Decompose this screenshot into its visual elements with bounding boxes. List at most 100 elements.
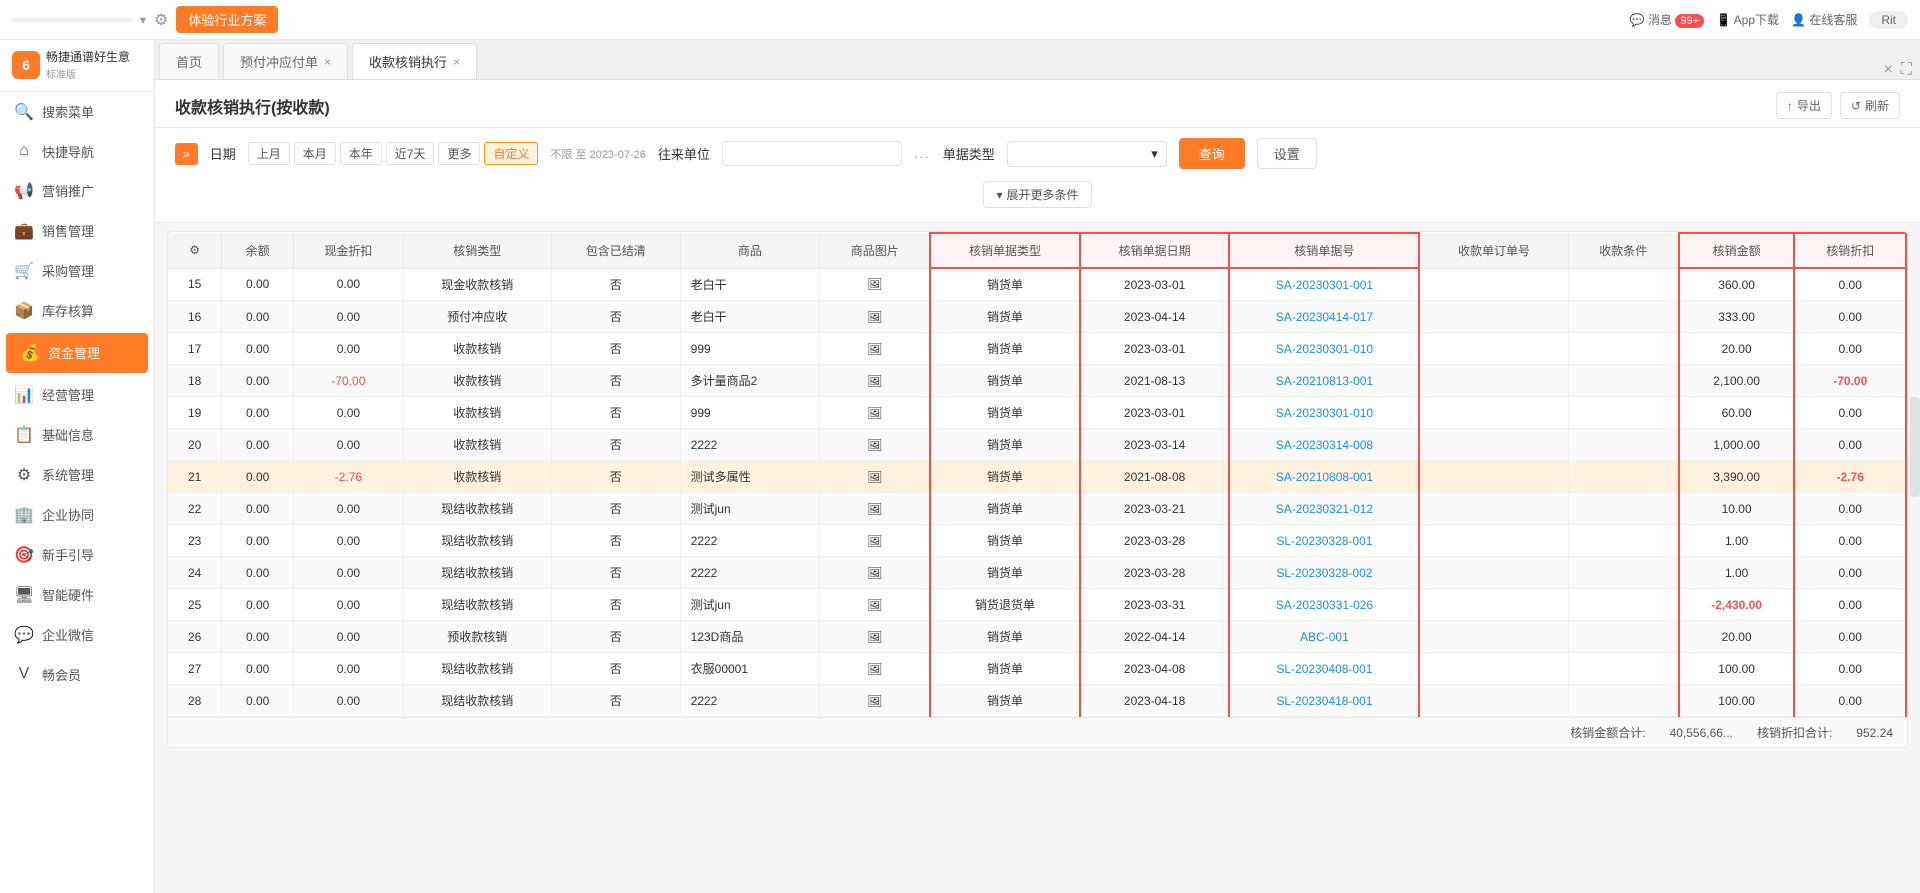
refresh-button[interactable]: ↺ 刷新 <box>1840 92 1900 119</box>
td-no: 25 <box>168 589 222 621</box>
td-writeoff-discount: 0.00 <box>1794 493 1906 525</box>
dropdown-arrow-icon[interactable]: ▾ <box>140 13 146 27</box>
sidebar-item-basic[interactable]: 📋 基础信息 <box>0 415 154 455</box>
td-writeoff-discount: 0.00 <box>1794 429 1906 461</box>
sidebar-item-search[interactable]: 🔍 搜索菜单 <box>0 92 154 132</box>
td-writeoff-amount: 1.00 <box>1679 525 1795 557</box>
td-bill-no[interactable]: SA-20230301-010 <box>1229 397 1419 429</box>
tab-expand-icon[interactable]: ⛶ <box>1901 61 1912 79</box>
th-goods: 商品 <box>680 233 820 268</box>
sidebar-item-system[interactable]: ⚙ 系统管理 <box>0 455 154 495</box>
sidebar-item-marketing[interactable]: 📢 营销推广 <box>0 171 154 211</box>
date-btn-this-year[interactable]: 本年 <box>340 142 382 165</box>
td-receipt-condition <box>1568 301 1679 333</box>
date-btn-last-month[interactable]: 上月 <box>248 142 290 165</box>
sidebar-item-enterprise[interactable]: 🏢 企业协同 <box>0 495 154 535</box>
td-bill-no[interactable]: SA-20230301-010 <box>1229 333 1419 365</box>
td-include-cleared: 否 <box>551 493 680 525</box>
tab-writeoff[interactable]: 收款核销执行 × <box>352 43 477 79</box>
td-receipt-condition <box>1568 333 1679 365</box>
setting-button[interactable]: 设置 <box>1257 138 1317 169</box>
sidebar-item-wechat[interactable]: 💬 企业微信 <box>0 615 154 655</box>
td-receipt-order <box>1419 621 1568 653</box>
sidebar-item-label: 采购管理 <box>42 261 94 280</box>
td-goods-image: 🖼 <box>820 461 931 493</box>
td-receipt-condition <box>1568 525 1679 557</box>
date-btn-more[interactable]: 更多 <box>438 142 480 165</box>
sidebar-item-label: 销售管理 <box>42 221 94 240</box>
date-btn-this-month[interactable]: 本月 <box>294 142 336 165</box>
search-bar-placeholder[interactable] <box>12 18 132 22</box>
td-goods-image: 🖼 <box>820 397 931 429</box>
th-balance: 余额 <box>222 233 294 268</box>
tab-prepay-close[interactable]: × <box>324 55 331 69</box>
td-writeoff-amount: 60.00 <box>1679 397 1795 429</box>
main-content: 首页 预付冲应付单 × 收款核销执行 × × ⛶ 收款核销执行(按收款) <box>155 40 1920 893</box>
tab-close-all-icon[interactable]: × <box>1883 61 1892 79</box>
td-bill-no[interactable]: SA-20210808-001 <box>1229 461 1419 493</box>
td-bill-no[interactable]: SL-20230328-002 <box>1229 557 1419 589</box>
sidebar-item-finance[interactable]: 💰 资金管理 <box>6 333 148 373</box>
td-balance: 0.00 <box>222 621 294 653</box>
expand-more-button[interactable]: ▾ 展开更多条件 <box>983 181 1091 208</box>
td-no: 19 <box>168 397 222 429</box>
sidebar: 6 畅捷通谱好生意 标准版 🔍 搜索菜单 ⌂ 快捷导航 📢 营销推广 💼 销售管… <box>0 40 155 893</box>
td-bill-type: 销货单 <box>930 268 1080 301</box>
solution-button[interactable]: 体验行业方案 <box>176 6 278 33</box>
td-bill-type: 销货单 <box>930 365 1080 397</box>
sidebar-item-purchase[interactable]: 🛒 采购管理 <box>0 251 154 291</box>
td-bill-no[interactable]: SA-20230321-012 <box>1229 493 1419 525</box>
td-cash-discount: 0.00 <box>293 333 403 365</box>
sidebar-item-operation[interactable]: 📊 经营管理 <box>0 375 154 415</box>
company-filter-input[interactable] <box>722 141 902 166</box>
td-bill-no[interactable]: SA-20210813-001 <box>1229 365 1419 397</box>
td-bill-no[interactable]: SL-20230408-001 <box>1229 653 1419 685</box>
td-cash-discount: 0.00 <box>293 397 403 429</box>
tab-prepay[interactable]: 预付冲应付单 × <box>223 43 348 79</box>
td-bill-no[interactable]: SA-20230301-001 <box>1229 268 1419 301</box>
td-cash-discount: 0.00 <box>293 653 403 685</box>
th-gear[interactable]: ⚙ <box>168 233 222 268</box>
td-goods: 2222 <box>680 525 820 557</box>
td-bill-no[interactable]: SA-20230414-017 <box>1229 301 1419 333</box>
filter-expand-arrow[interactable]: » <box>175 143 198 165</box>
export-button[interactable]: ↑ 导出 <box>1776 92 1832 119</box>
user-name[interactable]: Rit <box>1869 11 1908 29</box>
td-bill-no[interactable]: SA-20230331-026 <box>1229 589 1419 621</box>
query-button[interactable]: 查询 <box>1179 138 1245 169</box>
sidebar-item-inventory[interactable]: 📦 库存核算 <box>0 291 154 331</box>
app-download-link[interactable]: 📱 App下载 <box>1716 11 1779 28</box>
table-row: 230.000.00现结收款核销否2222🖼销货单2023-03-28SL-20… <box>168 525 1906 557</box>
page-title: 收款核销执行(按收款) <box>175 94 330 118</box>
td-bill-date: 2023-03-01 <box>1080 333 1230 365</box>
td-goods: 老白干 <box>680 301 820 333</box>
date-btn-7days[interactable]: 近7天 <box>386 142 435 165</box>
tab-writeoff-close[interactable]: × <box>453 55 460 69</box>
sidebar-item-nav[interactable]: ⌂ 快捷导航 <box>0 132 154 171</box>
td-balance: 0.00 <box>222 301 294 333</box>
date-btn-custom[interactable]: 自定义 <box>484 142 538 165</box>
message-area[interactable]: 💬 消息 99+ <box>1630 11 1704 28</box>
sidebar-item-sales[interactable]: 💼 销售管理 <box>0 211 154 251</box>
tab-home[interactable]: 首页 <box>159 43 219 79</box>
marketing-icon: 📢 <box>14 181 34 201</box>
td-writeoff-discount: 0.00 <box>1794 589 1906 621</box>
td-goods: 测试jun <box>680 493 820 525</box>
settings-icon[interactable]: ⚙ <box>154 10 168 30</box>
sidebar-item-hardware[interactable]: 🖥 智能硬件 <box>0 575 154 615</box>
td-bill-date: 2023-04-18 <box>1080 685 1230 717</box>
sidebar-item-guide[interactable]: 🎯 新手引导 <box>0 535 154 575</box>
td-bill-type: 销货单 <box>930 685 1080 717</box>
td-bill-type: 销货单 <box>930 333 1080 365</box>
td-bill-no[interactable]: SL-20230328-001 <box>1229 525 1419 557</box>
td-goods-image: 🖼 <box>820 653 931 685</box>
online-service-link[interactable]: 👤 在线客服 <box>1791 11 1857 28</box>
td-bill-no[interactable]: SL-20230418-001 <box>1229 685 1419 717</box>
th-writeoff-type: 核销类型 <box>403 233 551 268</box>
sidebar-item-member[interactable]: V 畅会员 <box>0 655 154 694</box>
td-bill-no[interactable]: SA-20230314-008 <box>1229 429 1419 461</box>
home-icon: ⌂ <box>14 142 34 160</box>
voucher-type-select[interactable]: ▾ <box>1007 141 1167 167</box>
td-bill-type: 销货单 <box>930 653 1080 685</box>
td-bill-no[interactable]: ABC-001 <box>1229 621 1419 653</box>
